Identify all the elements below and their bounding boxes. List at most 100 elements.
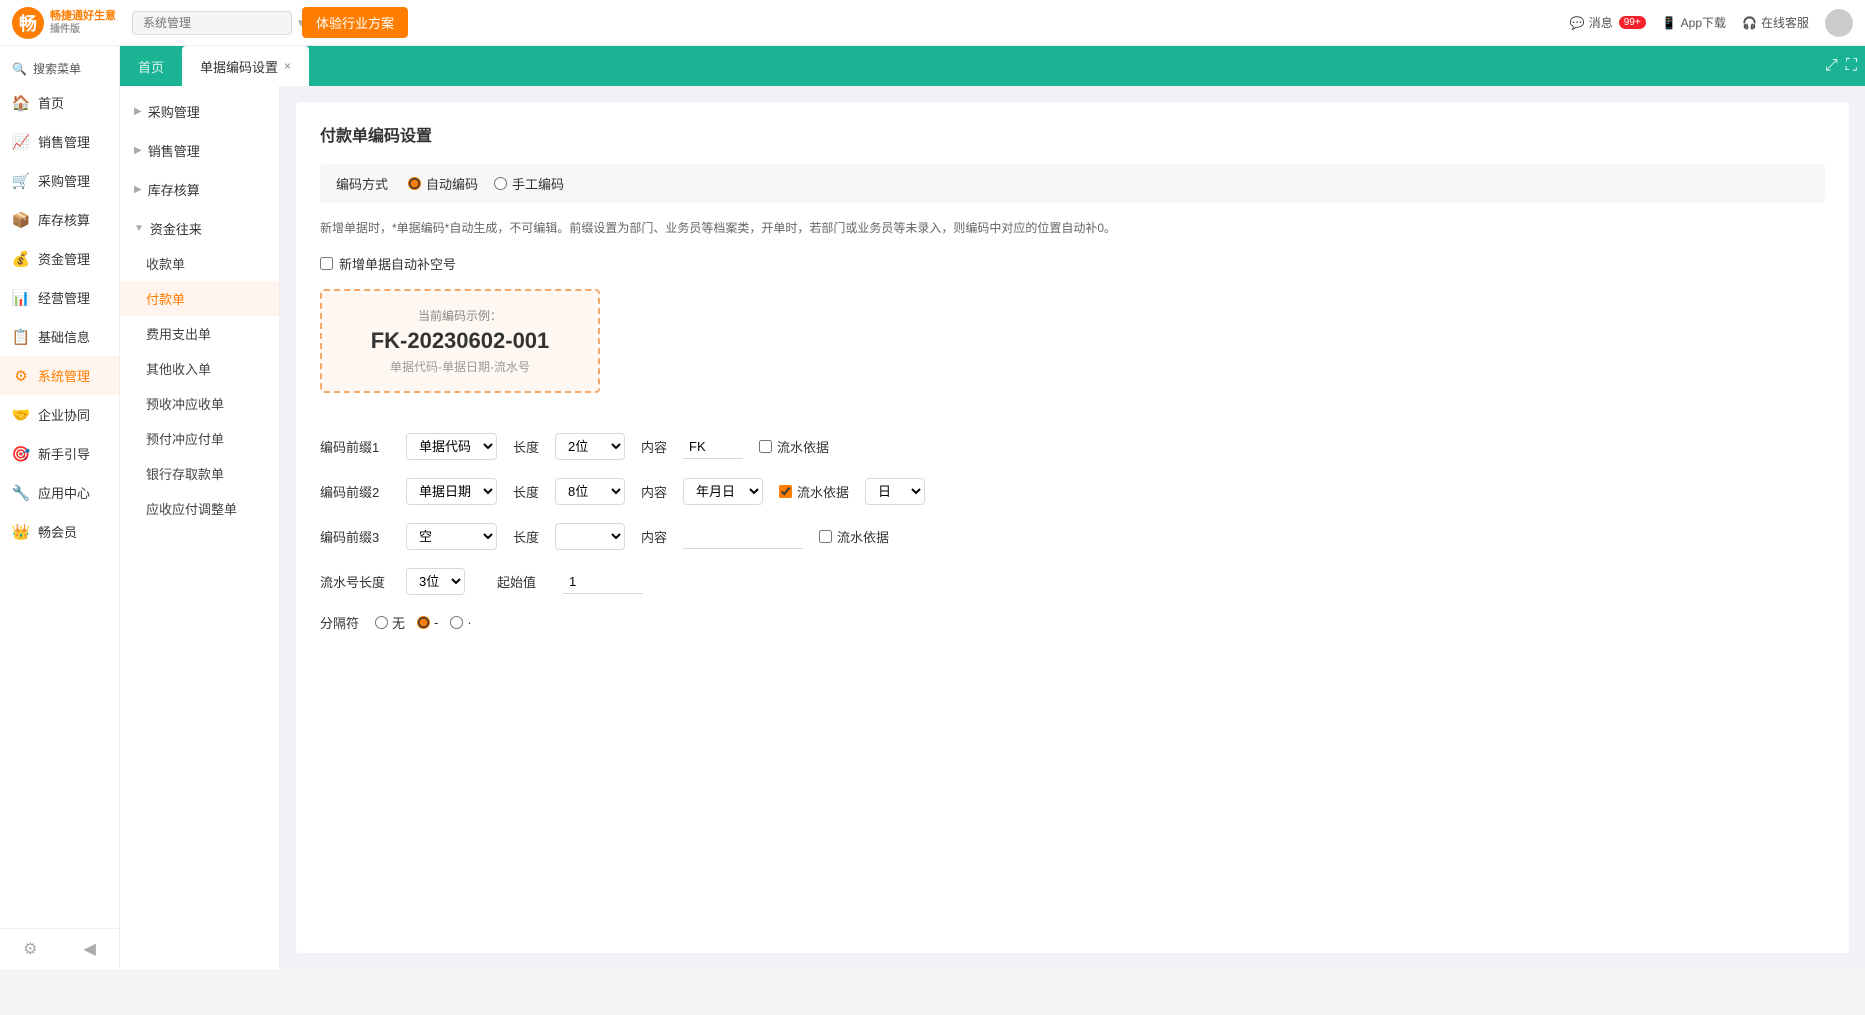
logo: 畅 畅捷通好生意 插件版 [12, 7, 132, 39]
auto-fill-checkbox[interactable] [320, 257, 333, 270]
fullscreen-icon[interactable]: ⤢ [1825, 57, 1838, 75]
purchase-icon: 🛒 [12, 172, 30, 190]
content1-label: 内容 [641, 437, 667, 456]
home-icon: 🏠 [12, 94, 30, 112]
tab-home[interactable]: 首页 [120, 46, 182, 86]
serial-length-select[interactable]: 3位 4位 5位 6位 [406, 568, 465, 595]
sidebar-item-finance[interactable]: 💰 资金管理 [0, 239, 119, 278]
basic-icon: 📋 [12, 328, 30, 346]
separator-label: 分隔符 [320, 613, 359, 632]
prefix2-select[interactable]: 单据日期 部门 业务员 空 [406, 478, 497, 505]
breadcrumb-input[interactable] [132, 11, 292, 35]
manual-encode-radio[interactable]: 手工编码 [494, 174, 564, 193]
vip-icon: 👑 [12, 523, 30, 541]
sidebar-item-guide[interactable]: 🎯 新手引导 [0, 434, 119, 473]
length1-select[interactable]: 2位 3位 4位 [555, 433, 625, 460]
content2-label: 内容 [641, 482, 667, 501]
collapse-icon[interactable]: ◀ [84, 939, 96, 959]
menu-item-prepay-receive[interactable]: 预收冲应收单 [120, 386, 279, 421]
auto-fill-row: 新增单据自动补空号 [320, 254, 1825, 273]
sidebar-item-vip[interactable]: 👑 畅会员 [0, 512, 119, 551]
sidebar-item-purchase[interactable]: 🛒 采购管理 [0, 161, 119, 200]
second-menu: ▶ 采购管理 ▶ 销售管理 ▶ 库存核算 [120, 86, 280, 969]
menu-item-prepay-pay[interactable]: 预付冲应付单 [120, 421, 279, 456]
length2-label: 长度 [513, 482, 539, 501]
sidebar-item-operation[interactable]: 📊 经营管理 [0, 278, 119, 317]
menu-item-income[interactable]: 其他收入单 [120, 351, 279, 386]
top-bar-mid: ▾ ⚙ 体验行业方案 [132, 7, 1570, 38]
waterfall2-unit-select[interactable]: 日 月 年 [865, 478, 925, 505]
system-icon: ⚙ [12, 367, 30, 385]
arrow-right-icon3: ▶ [134, 184, 142, 195]
length1-label: 长度 [513, 437, 539, 456]
menu-item-payment[interactable]: 付款单 [120, 281, 279, 316]
sidebar-search[interactable]: 🔍 搜索菜单 [0, 54, 119, 83]
menu-title-purchase[interactable]: ▶ 采购管理 [120, 94, 279, 129]
sep-dash-radio[interactable]: - [417, 615, 438, 630]
expand-icon[interactable]: ⛶ [1846, 57, 1857, 75]
sidebar-item-system[interactable]: ⚙ 系统管理 [0, 356, 119, 395]
app-download-btn[interactable]: 📱 App下载 [1662, 14, 1726, 31]
message-btn[interactable]: 💬 消息 99+ [1570, 14, 1646, 31]
arrow-down-icon: ▼ [134, 223, 144, 234]
menu-item-expense[interactable]: 费用支出单 [120, 316, 279, 351]
sidebar-item-inventory[interactable]: 📦 库存核算 [0, 200, 119, 239]
search-icon: 🔍 [12, 62, 27, 76]
separator-radio-group: 无 - · [375, 613, 472, 632]
sidebar: 🔍 搜索菜单 🏠 首页 📈 销售管理 🛒 采购管理 📦 库存核算 💰 资金管理 … [0, 46, 120, 969]
sidebar-bottom: ⚙ ◀ [0, 928, 119, 969]
sidebar-item-enterprise[interactable]: 🤝 企业协同 [0, 395, 119, 434]
tab-close-icon[interactable]: × [284, 59, 291, 73]
content2-select[interactable]: 年月日 年月 年 [683, 478, 763, 505]
code-preview-label: 当前编码示例： [346, 307, 574, 324]
settings-bottom-icon[interactable]: ⚙ [23, 939, 37, 959]
menu-item-ar-ap[interactable]: 应收应付调整单 [120, 491, 279, 526]
menu-group-sales: ▶ 销售管理 [120, 133, 279, 168]
serial-length-row: 流水号长度 3位 4位 5位 6位 起始值 [320, 568, 1825, 595]
content1-input[interactable] [683, 435, 743, 459]
sidebar-item-home[interactable]: 🏠 首页 [0, 83, 119, 122]
tab-serial[interactable]: 单据编码设置 × [182, 46, 309, 86]
prefix2-row: 编码前缀2 单据日期 部门 业务员 空 长度 8位 6位 4位 [320, 478, 1825, 505]
sep-none-radio[interactable]: 无 [375, 613, 405, 632]
auto-encode-radio[interactable]: 自动编码 [408, 174, 478, 193]
trial-button[interactable]: 体验行业方案 [302, 7, 408, 38]
start-value-label: 起始值 [497, 572, 547, 591]
prefix1-select[interactable]: 单据代码 部门 业务员 空 [406, 433, 497, 460]
page-inner: 付款单编码设置 编码方式 自动编码 手工编码 [296, 102, 1849, 953]
length2-select[interactable]: 8位 6位 4位 [555, 478, 625, 505]
length3-select[interactable] [555, 523, 625, 550]
message-badge: 99+ [1619, 16, 1646, 29]
operation-icon: 📊 [12, 289, 30, 307]
sidebar-item-appstore[interactable]: 🔧 应用中心 [0, 473, 119, 512]
content-with-second-menu: ▶ 采购管理 ▶ 销售管理 ▶ 库存核算 [120, 86, 1865, 969]
menu-title-finance[interactable]: ▼ 资金往来 [120, 211, 279, 246]
arrow-right-icon: ▶ [134, 106, 142, 117]
waterfall1-checkbox[interactable]: 流水依据 [759, 437, 829, 456]
waterfall3-checkbox[interactable]: 流水依据 [819, 527, 889, 546]
prefix3-select[interactable]: 空 单据代码 部门 业务员 [406, 523, 497, 550]
menu-title-sales[interactable]: ▶ 销售管理 [120, 133, 279, 168]
sidebar-item-sales[interactable]: 📈 销售管理 [0, 122, 119, 161]
waterfall2-checkbox[interactable]: 流水依据 [779, 482, 849, 501]
menu-item-bank[interactable]: 银行存取款单 [120, 456, 279, 491]
start-value-input[interactable] [563, 570, 643, 594]
content3-input[interactable] [683, 525, 803, 549]
menu-title-inventory[interactable]: ▶ 库存核算 [120, 172, 279, 207]
menu-group-finance: ▼ 资金往来 收款单 付款单 费用支出单 其他收入单 预收冲应收单 预付冲应付单… [120, 211, 279, 526]
finance-icon: 💰 [12, 250, 30, 268]
sidebar-item-basic[interactable]: 📋 基础信息 [0, 317, 119, 356]
inventory-icon: 📦 [12, 211, 30, 229]
message-icon: 💬 [1570, 16, 1585, 30]
menu-item-receipt[interactable]: 收款单 [120, 246, 279, 281]
code-preview-box: 当前编码示例： FK-20230602-001 单据代码-单据日期-流水号 [320, 289, 600, 393]
online-service-btn[interactable]: 🎧 在线客服 [1742, 14, 1809, 31]
prefix3-label: 编码前缀3 [320, 527, 390, 546]
prefix1-label: 编码前缀1 [320, 437, 390, 456]
encoding-method-bar: 编码方式 自动编码 手工编码 [320, 164, 1825, 203]
top-bar: 畅 畅捷通好生意 插件版 ▾ ⚙ 体验行业方案 💬 消息 99+ 📱 App下载… [0, 0, 1865, 46]
sep-dot-radio[interactable]: · [450, 615, 471, 630]
serial-length-label: 流水号长度 [320, 572, 390, 591]
code-preview-value: FK-20230602-001 [346, 328, 574, 354]
avatar[interactable] [1825, 9, 1853, 37]
